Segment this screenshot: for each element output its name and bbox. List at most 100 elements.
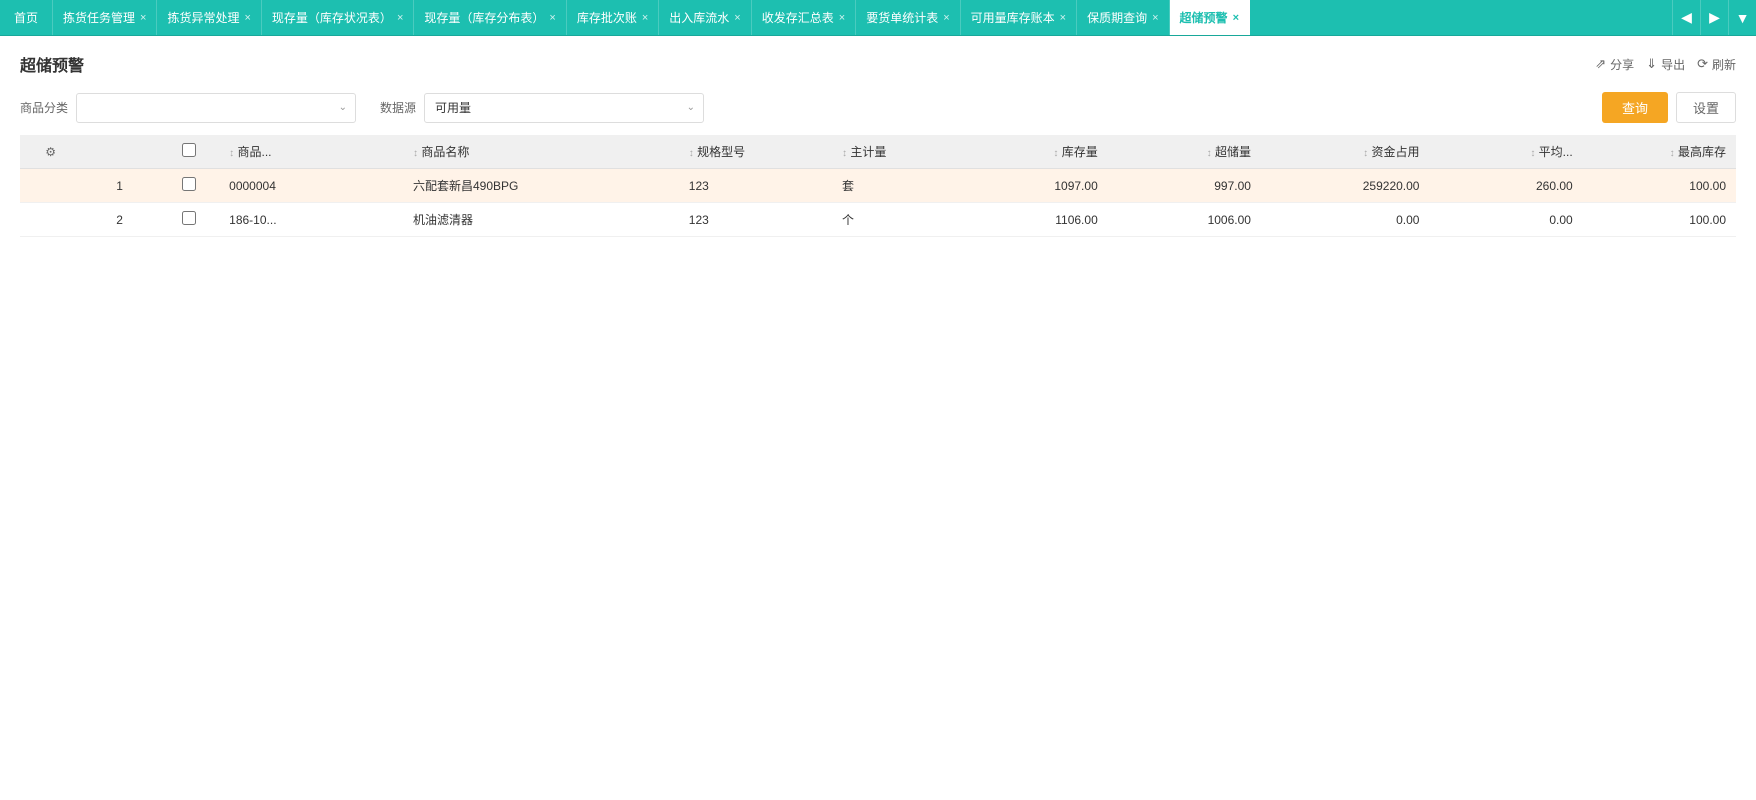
- nav-arrow-left[interactable]: ◀: [1672, 0, 1700, 35]
- tab-close-icon[interactable]: ×: [943, 12, 949, 24]
- table-body: 1 0000004 六配套新昌490BPG 123 套 1097.00 997.…: [20, 169, 1736, 237]
- tab-label: 现存量（库存分布表）: [424, 9, 544, 26]
- nav-tab-tab-collect[interactable]: 收发存汇总表 ×: [752, 0, 856, 35]
- col-header-code[interactable]: ↕ 商品...: [219, 135, 403, 169]
- col-header-stock[interactable]: ↕ 库存量: [955, 135, 1108, 169]
- tab-label: 现存量（库存状况表）: [272, 9, 392, 26]
- refresh-icon: ⟳: [1697, 56, 1708, 72]
- filter-category: 商品分类 ⌄: [20, 93, 356, 123]
- sort-icon-over: ↕: [1207, 148, 1212, 159]
- sort-icon-spec: ↕: [689, 148, 694, 159]
- tab-close-icon[interactable]: ×: [140, 12, 146, 24]
- tab-close-icon[interactable]: ×: [839, 12, 845, 24]
- tab-label: 要货单统计表: [866, 9, 938, 26]
- export-icon: ⇓: [1646, 56, 1657, 72]
- page-header: 超储预警 ⇗ 分享 ⇓ 导出 ⟳ 刷新: [20, 52, 1736, 76]
- sort-icon-unit: ↕: [842, 148, 847, 159]
- col-header-avg[interactable]: ↕ 平均...: [1429, 135, 1582, 169]
- tab-close-icon[interactable]: ×: [244, 12, 250, 24]
- nav-home-label: 首页: [14, 9, 38, 26]
- tab-close-icon[interactable]: ×: [1233, 12, 1239, 24]
- col-header-over[interactable]: ↕ 超储量: [1108, 135, 1261, 169]
- datasource-select[interactable]: 可用量 ⌄: [424, 93, 704, 123]
- col-unit-label: 主计量: [850, 145, 886, 159]
- nav-arrow-right[interactable]: ▶: [1700, 0, 1728, 35]
- nav-tab-tab-inout[interactable]: 出入库流水 ×: [659, 0, 751, 35]
- datasource-chevron-icon: ⌄: [687, 102, 695, 113]
- export-button[interactable]: ⇓ 导出: [1646, 56, 1685, 73]
- filter-area: 商品分类 ⌄ 数据源 可用量 ⌄ 查询 设置: [20, 92, 1736, 123]
- filter-buttons: 查询 设置: [1602, 92, 1736, 123]
- nav-tab-tab-task[interactable]: 拣货任务管理×: [53, 0, 157, 35]
- tab-close-icon[interactable]: ×: [397, 12, 403, 24]
- tab-label: 收发存汇总表: [762, 9, 834, 26]
- filter-datasource: 数据源 可用量 ⌄: [380, 93, 704, 123]
- row-stock-cell: 1106.00: [955, 203, 1108, 237]
- query-button[interactable]: 查询: [1602, 92, 1668, 123]
- nav-tab-tab-stock-dist[interactable]: 现存量（库存分布表） ×: [414, 0, 566, 35]
- nav-tab-tab-quality[interactable]: 保质期查询 ×: [1077, 0, 1169, 35]
- sort-icon-capital: ↕: [1363, 148, 1368, 159]
- tab-label: 出入库流水: [669, 9, 729, 26]
- nav-tab-tab-batch[interactable]: 库存批次账×: [567, 0, 659, 35]
- col-capital-label: 资金占用: [1371, 145, 1419, 159]
- row-name-cell: 机油滤清器: [403, 203, 679, 237]
- row-actions-cell: [20, 203, 81, 237]
- col-header-capital[interactable]: ↕ 资金占用: [1261, 135, 1430, 169]
- sort-icon-name: ↕: [413, 148, 418, 159]
- tab-label: 保质期查询: [1087, 9, 1147, 26]
- row-checkbox-cell: [158, 169, 219, 203]
- col-header-setting: ⚙: [20, 135, 81, 169]
- row-checkbox-cell: [158, 203, 219, 237]
- nav-tab-tab-avail-ledger[interactable]: 可用量库存账本×: [961, 0, 1077, 35]
- col-header-checkbox: [158, 135, 219, 169]
- tab-close-icon[interactable]: ×: [1152, 12, 1158, 24]
- row-over-cell: 1006.00: [1108, 203, 1261, 237]
- col-code-label: 商品...: [238, 145, 272, 159]
- col-header-spec[interactable]: ↕ 规格型号: [679, 135, 832, 169]
- nav-tab-tab-stock-status[interactable]: 现存量（库存状况表） ×: [262, 0, 414, 35]
- col-over-label: 超储量: [1215, 145, 1251, 159]
- share-icon: ⇗: [1595, 56, 1606, 72]
- table-row: 2 186-10... 机油滤清器 123 个 1106.00 1006.00 …: [20, 203, 1736, 237]
- nav-arrow-menu[interactable]: ▼: [1728, 0, 1756, 35]
- category-select[interactable]: ⌄: [76, 93, 356, 123]
- row-maxstock-cell: 100.00: [1583, 169, 1736, 203]
- data-table: ⚙ ↕ 商品... ↕ 商品名称 ↕ 规格型号: [20, 135, 1736, 237]
- row-over-cell: 997.00: [1108, 169, 1261, 203]
- setting-button[interactable]: 设置: [1676, 92, 1736, 123]
- refresh-button[interactable]: ⟳ 刷新: [1697, 56, 1736, 73]
- nav-arrow-group: ◀ ▶ ▼: [1672, 0, 1756, 35]
- col-header-maxstock[interactable]: ↕ 最高库存: [1583, 135, 1736, 169]
- nav-home[interactable]: 首页: [0, 0, 53, 35]
- col-name-label: 商品名称: [421, 145, 469, 159]
- row-checkbox-0[interactable]: [182, 177, 196, 191]
- col-avg-label: 平均...: [1539, 145, 1573, 159]
- nav-tab-tab-abnormal[interactable]: 拣货异常处理×: [157, 0, 261, 35]
- tab-close-icon[interactable]: ×: [549, 12, 555, 24]
- col-stock-label: 库存量: [1062, 145, 1098, 159]
- nav-tab-tab-order-stat[interactable]: 要货单统计表 ×: [856, 0, 960, 35]
- col-header-unit[interactable]: ↕ 主计量: [832, 135, 955, 169]
- datasource-label: 数据源: [380, 99, 416, 116]
- nav-tab-tab-overstock[interactable]: 超储预警×: [1170, 0, 1250, 35]
- sort-icon-avg: ↕: [1530, 148, 1535, 159]
- row-capital-cell: 259220.00: [1261, 169, 1430, 203]
- row-actions-cell: [20, 169, 81, 203]
- sort-icon-maxstock: ↕: [1670, 148, 1675, 159]
- row-spec-cell: 123: [679, 203, 832, 237]
- tab-close-icon[interactable]: ×: [734, 12, 740, 24]
- col-header-name[interactable]: ↕ 商品名称: [403, 135, 679, 169]
- tab-close-icon[interactable]: ×: [1060, 12, 1066, 24]
- gear-icon[interactable]: ⚙: [45, 145, 56, 159]
- select-all-checkbox[interactable]: [182, 143, 196, 157]
- category-chevron-icon: ⌄: [339, 102, 347, 113]
- share-button[interactable]: ⇗ 分享: [1595, 56, 1634, 73]
- nav-tabs: 拣货任务管理×拣货异常处理×现存量（库存状况表）×现存量（库存分布表）×库存批次…: [53, 0, 1250, 35]
- col-maxstock-label: 最高库存: [1678, 145, 1726, 159]
- page-actions: ⇗ 分享 ⇓ 导出 ⟳ 刷新: [1595, 56, 1736, 73]
- tab-close-icon[interactable]: ×: [642, 12, 648, 24]
- row-checkbox-1[interactable]: [182, 211, 196, 225]
- page-title: 超储预警: [20, 52, 84, 76]
- export-label: 导出: [1661, 56, 1685, 73]
